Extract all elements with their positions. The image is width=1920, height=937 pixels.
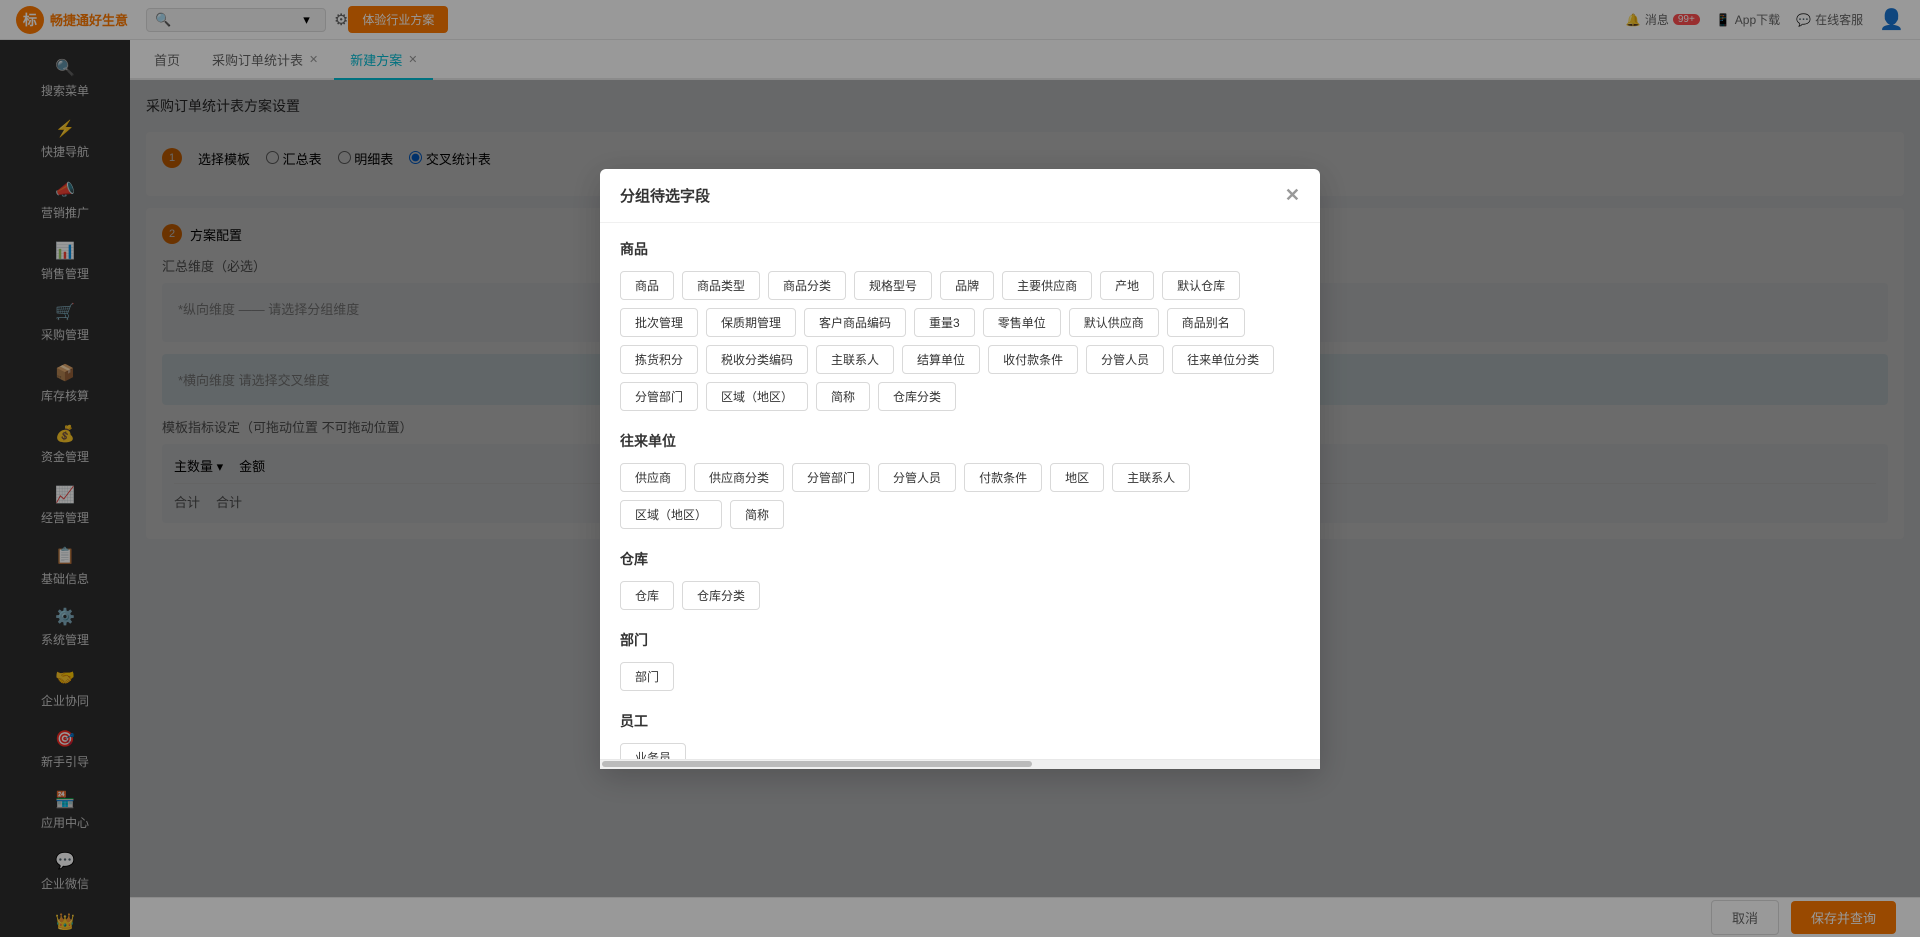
field-section-2: 仓库仓库仓库分类 bbox=[620, 549, 1300, 610]
field-tag-0-21[interactable]: 往来单位分类 bbox=[1172, 345, 1274, 374]
field-tag-0-3[interactable]: 规格型号 bbox=[854, 271, 932, 300]
field-tags-3: 部门 bbox=[620, 662, 1300, 691]
field-tag-1-6[interactable]: 主联系人 bbox=[1112, 463, 1190, 492]
field-tag-3-0[interactable]: 部门 bbox=[620, 662, 674, 691]
modal-body: 商品商品商品类型商品分类规格型号品牌主要供应商产地默认仓库批次管理保质期管理客户… bbox=[600, 223, 1320, 759]
field-tag-1-4[interactable]: 付款条件 bbox=[964, 463, 1042, 492]
field-tag-1-1[interactable]: 供应商分类 bbox=[694, 463, 784, 492]
section-title-1: 往来单位 bbox=[620, 431, 1300, 451]
field-tag-0-0[interactable]: 商品 bbox=[620, 271, 674, 300]
field-section-1: 往来单位供应商供应商分类分管部门分管人员付款条件地区主联系人区域（地区） 简称 bbox=[620, 431, 1300, 529]
field-tag-1-7[interactable]: 区域（地区） bbox=[620, 500, 722, 529]
field-tag-1-5[interactable]: 地区 bbox=[1050, 463, 1104, 492]
section-title-2: 仓库 bbox=[620, 549, 1300, 569]
modal-title: 分组待选字段 bbox=[620, 185, 710, 206]
field-tag-0-4[interactable]: 品牌 bbox=[940, 271, 994, 300]
field-tag-0-20[interactable]: 分管人员 bbox=[1086, 345, 1164, 374]
modal-hscrollbar[interactable] bbox=[600, 759, 1320, 769]
field-tag-0-9[interactable]: 保质期管理 bbox=[706, 308, 796, 337]
field-tag-0-1[interactable]: 商品类型 bbox=[682, 271, 760, 300]
field-tag-1-8[interactable]: 简称 bbox=[730, 500, 784, 529]
field-tag-1-0[interactable]: 供应商 bbox=[620, 463, 686, 492]
field-tag-0-19[interactable]: 收付款条件 bbox=[988, 345, 1078, 374]
field-tag-0-18[interactable]: 结算单位 bbox=[902, 345, 980, 374]
field-tag-4-0[interactable]: 业务员 bbox=[620, 743, 686, 759]
modal-close-button[interactable]: ✕ bbox=[1285, 186, 1300, 204]
hscroll-thumb[interactable] bbox=[602, 761, 1032, 767]
modal-header: 分组待选字段 ✕ bbox=[600, 169, 1320, 223]
field-section-0: 商品商品商品类型商品分类规格型号品牌主要供应商产地默认仓库批次管理保质期管理客户… bbox=[620, 239, 1300, 411]
field-tags-2: 仓库仓库分类 bbox=[620, 581, 1300, 610]
field-section-3: 部门部门 bbox=[620, 630, 1300, 691]
field-tag-0-5[interactable]: 主要供应商 bbox=[1002, 271, 1092, 300]
field-tag-0-23[interactable]: 区域（地区） bbox=[706, 382, 808, 411]
field-tag-0-13[interactable]: 默认供应商 bbox=[1069, 308, 1159, 337]
field-tag-0-12[interactable]: 零售单位 bbox=[983, 308, 1061, 337]
field-tag-0-6[interactable]: 产地 bbox=[1100, 271, 1154, 300]
field-tag-0-11[interactable]: 重量3 bbox=[914, 308, 975, 337]
field-tag-0-10[interactable]: 客户商品编码 bbox=[804, 308, 906, 337]
modal-overlay: 分组待选字段 ✕ 商品商品商品类型商品分类规格型号品牌主要供应商产地默认仓库批次… bbox=[0, 0, 1920, 937]
field-tags-0: 商品商品类型商品分类规格型号品牌主要供应商产地默认仓库批次管理保质期管理客户商品… bbox=[620, 271, 1300, 411]
field-tags-1: 供应商供应商分类分管部门分管人员付款条件地区主联系人区域（地区） 简称 bbox=[620, 463, 1300, 529]
section-title-4: 员工 bbox=[620, 711, 1300, 731]
section-title-0: 商品 bbox=[620, 239, 1300, 259]
field-tag-1-3[interactable]: 分管人员 bbox=[878, 463, 956, 492]
field-tag-0-2[interactable]: 商品分类 bbox=[768, 271, 846, 300]
field-tag-0-25[interactable]: 仓库分类 bbox=[878, 382, 956, 411]
field-tag-2-1[interactable]: 仓库分类 bbox=[682, 581, 760, 610]
field-tag-1-2[interactable]: 分管部门 bbox=[792, 463, 870, 492]
field-tag-0-16[interactable]: 税收分类编码 bbox=[706, 345, 808, 374]
field-tag-0-8[interactable]: 批次管理 bbox=[620, 308, 698, 337]
field-select-modal: 分组待选字段 ✕ 商品商品商品类型商品分类规格型号品牌主要供应商产地默认仓库批次… bbox=[600, 169, 1320, 769]
field-tag-0-17[interactable]: 主联系人 bbox=[816, 345, 894, 374]
field-section-4: 员工业务员 bbox=[620, 711, 1300, 759]
field-tag-0-14[interactable]: 商品别名 bbox=[1167, 308, 1245, 337]
field-tag-0-7[interactable]: 默认仓库 bbox=[1162, 271, 1240, 300]
field-tag-2-0[interactable]: 仓库 bbox=[620, 581, 674, 610]
section-title-3: 部门 bbox=[620, 630, 1300, 650]
field-tag-0-15[interactable]: 拣货积分 bbox=[620, 345, 698, 374]
field-tag-0-22[interactable]: 分管部门 bbox=[620, 382, 698, 411]
field-tag-0-24[interactable]: 简称 bbox=[816, 382, 870, 411]
field-tags-4: 业务员 bbox=[620, 743, 1300, 759]
